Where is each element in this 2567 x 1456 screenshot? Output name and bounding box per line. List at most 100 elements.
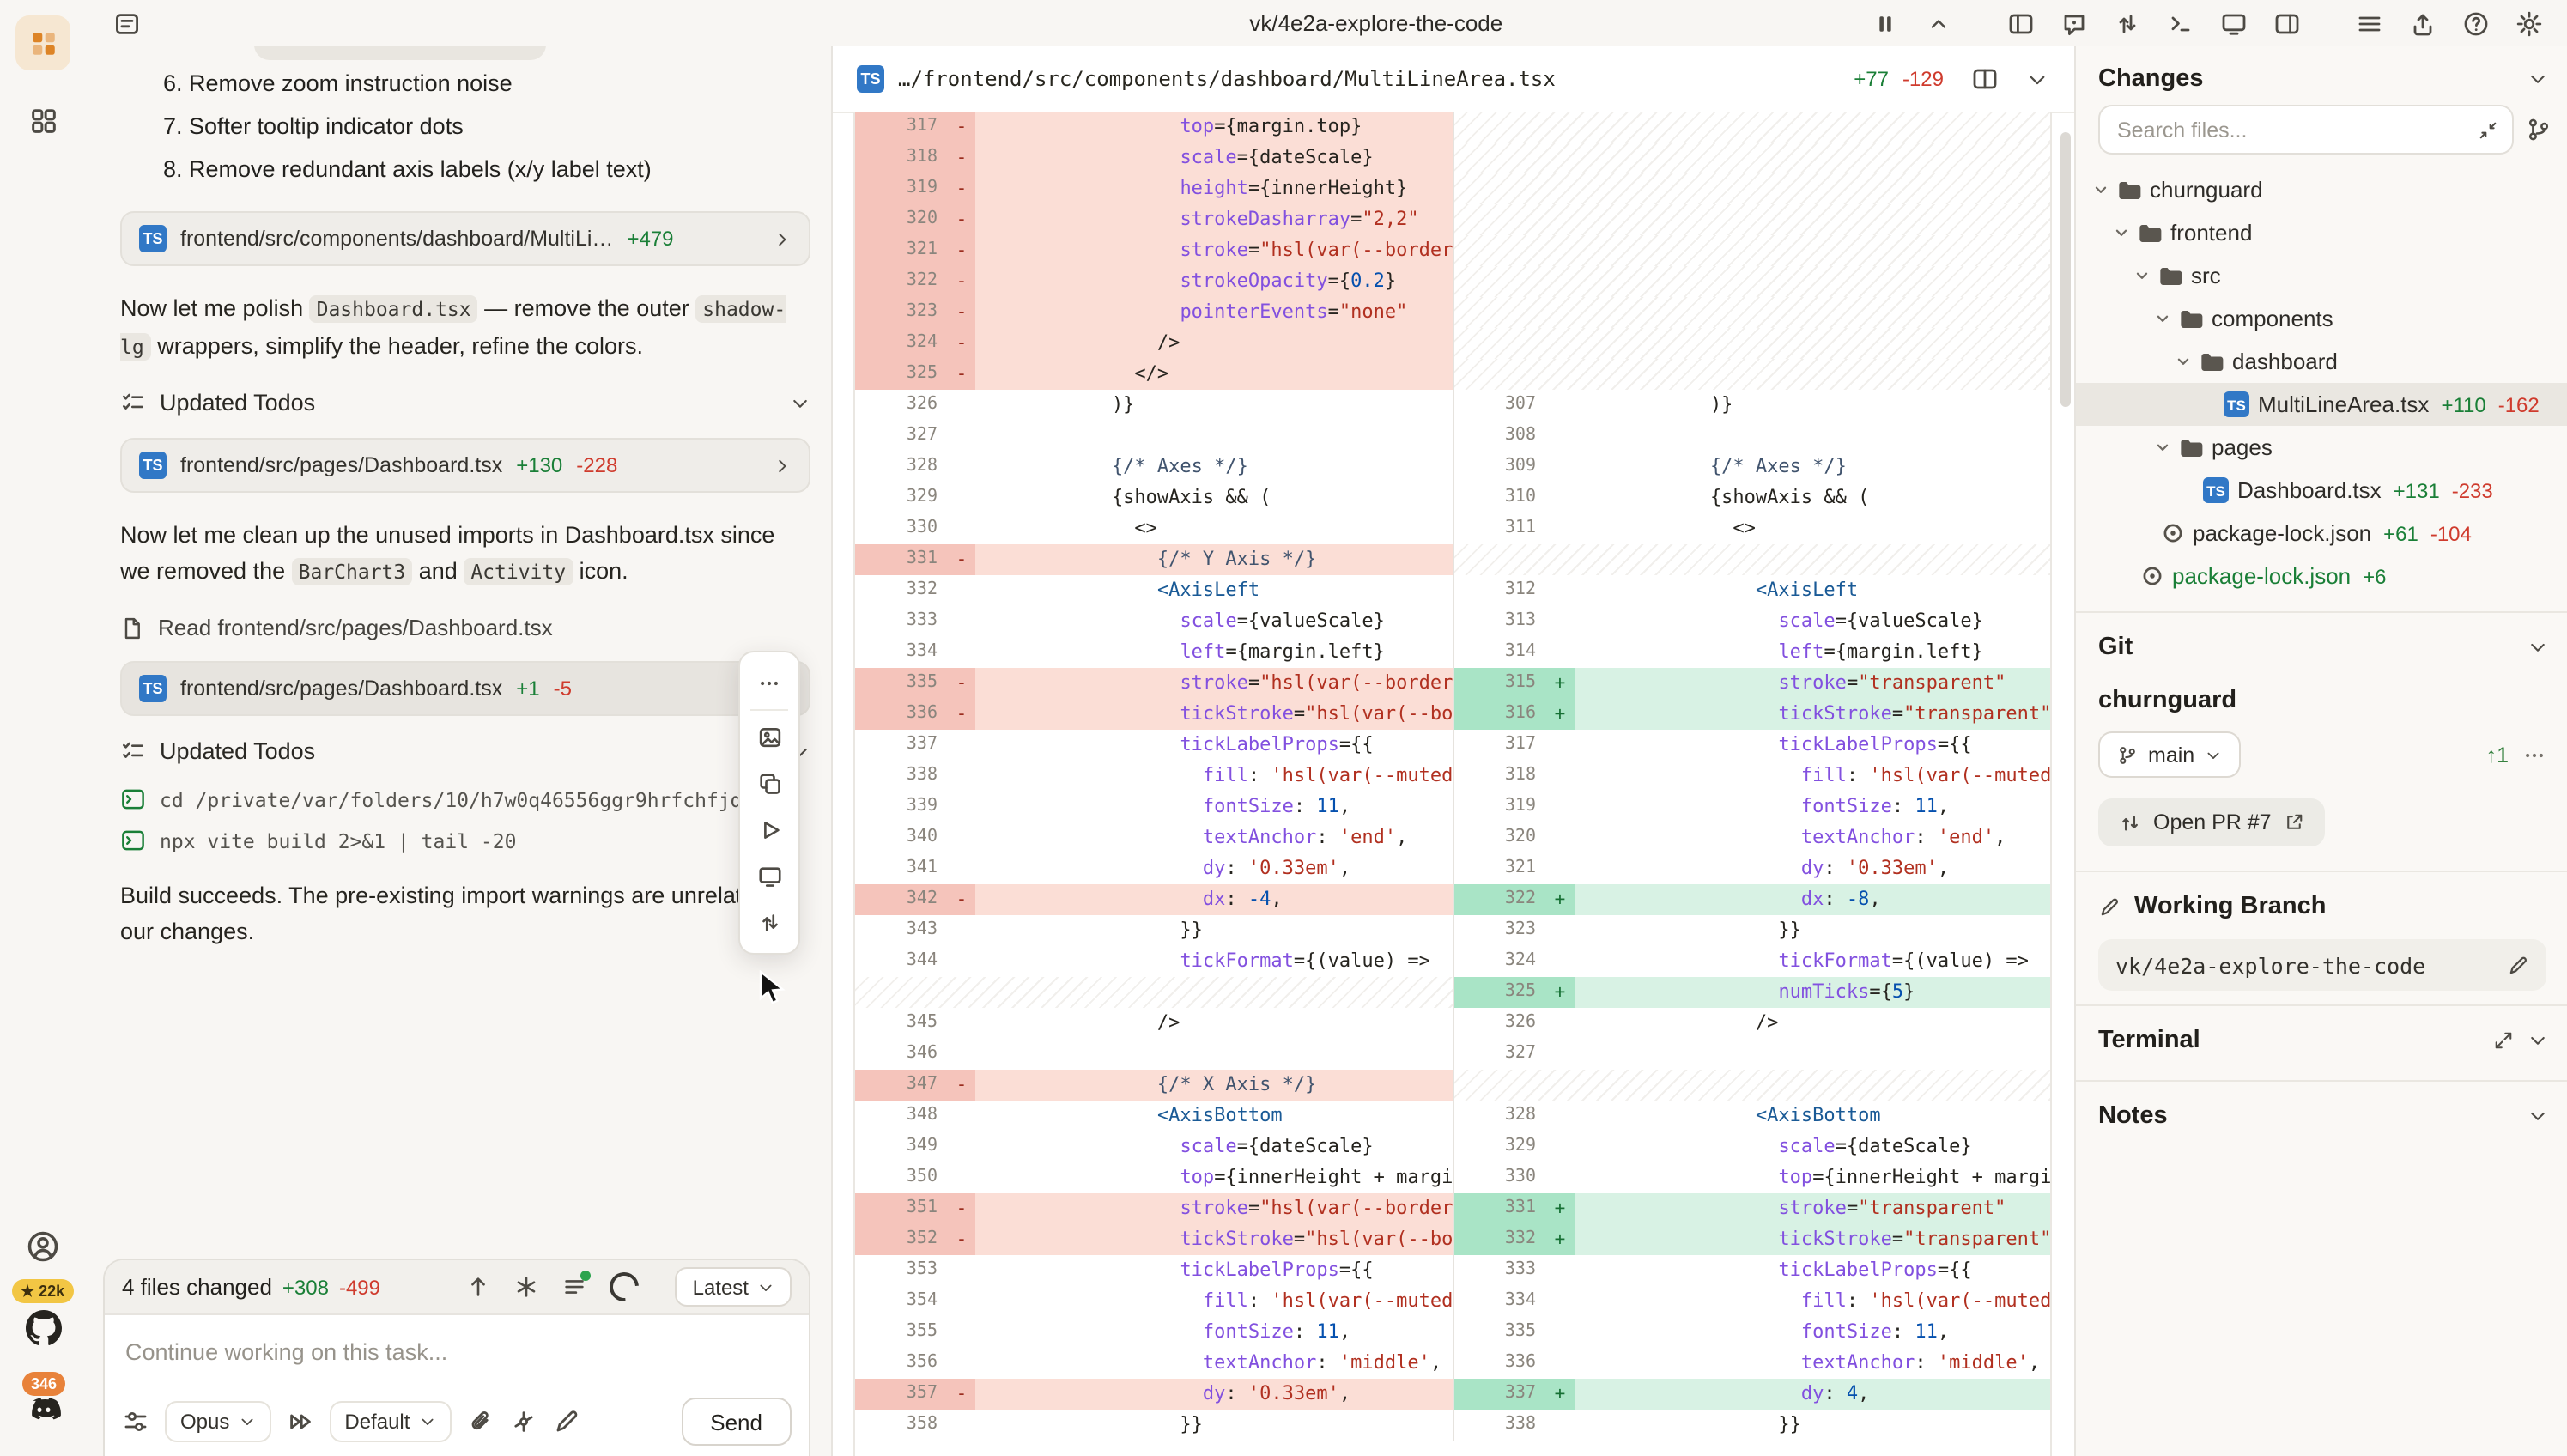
panel-right-icon[interactable] bbox=[2267, 4, 2308, 42]
inline-code: Activity bbox=[464, 558, 573, 585]
search-input[interactable] bbox=[2114, 116, 2467, 143]
account-icon[interactable] bbox=[15, 1219, 70, 1274]
collapse-icon[interactable] bbox=[2478, 119, 2498, 140]
tree-file-package-lock-json[interactable]: package-lock.json+61-104 bbox=[2076, 512, 2567, 555]
github-icon[interactable] bbox=[15, 1300, 70, 1355]
split-view-icon[interactable] bbox=[1971, 65, 1999, 93]
tree-item-name: churnguard bbox=[2150, 177, 2263, 203]
removed-count: -228 bbox=[576, 453, 617, 477]
tree-folder-dashboard[interactable]: dashboard bbox=[2076, 340, 2567, 383]
added-count: +6 bbox=[2363, 564, 2386, 588]
added-count: +308 bbox=[282, 1275, 329, 1299]
tree-folder-components[interactable]: components bbox=[2076, 297, 2567, 340]
pencil-icon[interactable] bbox=[2507, 954, 2529, 976]
file-chip[interactable]: TS frontend/src/pages/Dashboard.tsx +1 -… bbox=[120, 661, 810, 716]
terminal-command-row[interactable]: npx vite build 2>&1 | tail -20 bbox=[120, 828, 810, 853]
preview-image-icon[interactable] bbox=[745, 714, 793, 761]
diff-new-line bbox=[1453, 143, 2050, 173]
asterisk-icon[interactable] bbox=[514, 1274, 540, 1300]
diff-old-line: 343 }} bbox=[855, 915, 1453, 946]
tree-folder-pages[interactable]: pages bbox=[2076, 426, 2567, 469]
tree-folder-frontend[interactable]: frontend bbox=[2076, 211, 2567, 254]
chevron-down-icon bbox=[2093, 182, 2109, 197]
tree-file-package-lock-json[interactable]: package-lock.json+6 bbox=[2076, 555, 2567, 598]
diff-row: 350 top={innerHeight + margin.top}330 to… bbox=[855, 1162, 2050, 1193]
document-icon bbox=[120, 616, 144, 640]
run-play-icon[interactable] bbox=[745, 807, 793, 853]
scroll-top-icon[interactable] bbox=[466, 1274, 492, 1300]
sliders-icon[interactable] bbox=[122, 1408, 149, 1435]
notes-section-header[interactable]: Notes bbox=[2076, 1095, 2567, 1142]
fast-forward-icon[interactable] bbox=[286, 1408, 313, 1435]
diff-row: 352- tickStroke="hsl(var(--border))"332+… bbox=[855, 1224, 2050, 1255]
monitor-icon[interactable] bbox=[2213, 4, 2254, 42]
copy-icon[interactable] bbox=[745, 761, 793, 807]
menu-icon[interactable] bbox=[2349, 4, 2390, 42]
chat-input[interactable] bbox=[105, 1315, 809, 1387]
chevron-down-icon bbox=[2528, 637, 2548, 658]
chevron-down-icon bbox=[2528, 69, 2548, 89]
mode-selector[interactable]: Default bbox=[329, 1401, 451, 1442]
diff-new-line: 334 fill: 'hsl(var(--muted-foreground))'… bbox=[1453, 1286, 2050, 1317]
open-pr-button[interactable]: Open PR #7 bbox=[2098, 798, 2325, 846]
changes-section-header[interactable]: Changes bbox=[2076, 46, 2567, 105]
help-icon[interactable] bbox=[2455, 4, 2497, 42]
connector-icon[interactable] bbox=[509, 1408, 537, 1435]
assistant-list: 6. Remove zoom instruction noise7. Softe… bbox=[120, 62, 810, 191]
file-chip[interactable]: TS frontend/src/components/dashboard/Mul… bbox=[120, 211, 810, 266]
settings-gear-icon[interactable] bbox=[2509, 4, 2550, 42]
assistant-message: Build succeeds. The pre-existing import … bbox=[120, 877, 810, 949]
terminal-section-header[interactable]: Terminal bbox=[2076, 1020, 2567, 1066]
git-compare-icon[interactable] bbox=[745, 900, 793, 946]
more-options-icon[interactable] bbox=[2522, 743, 2546, 767]
model-selector[interactable]: Opus bbox=[165, 1401, 270, 1442]
floating-toolbar bbox=[738, 651, 800, 955]
tree-folder-churnguard[interactable]: churnguard bbox=[2076, 168, 2567, 211]
attach-paperclip-icon[interactable] bbox=[466, 1408, 494, 1435]
chevron-down-icon bbox=[2114, 225, 2129, 240]
pen-icon[interactable] bbox=[552, 1408, 580, 1435]
diff-row: 343 }}323 }} bbox=[855, 915, 2050, 946]
chat-view-icon[interactable] bbox=[106, 4, 148, 42]
branch-selector[interactable]: main bbox=[2098, 731, 2241, 778]
diff-new-line: 312 <AxisLeft bbox=[1453, 575, 2050, 606]
chevron-down-icon bbox=[757, 1278, 774, 1295]
working-branch-title: Working Branch bbox=[2134, 893, 2326, 920]
expand-icon[interactable] bbox=[2493, 1030, 2514, 1051]
diff-new-line bbox=[1453, 544, 2050, 575]
updated-todos-toggle[interactable]: Updated Todos bbox=[120, 390, 810, 416]
terminal-icon[interactable] bbox=[2160, 4, 2201, 42]
diff-new-line: 317 tickLabelProps={{ bbox=[1453, 730, 2050, 761]
monitor-icon[interactable] bbox=[745, 853, 793, 900]
latest-dropdown[interactable]: Latest bbox=[676, 1267, 792, 1307]
tree-file-multilinearea-tsx[interactable]: TSMultiLineArea.tsx+110-162 bbox=[2076, 383, 2567, 426]
terminal-command: cd /private/var/folders/10/h7w0q46556ggr… bbox=[160, 787, 790, 811]
branch-view-icon[interactable] bbox=[2526, 117, 2552, 143]
file-chip[interactable]: TS frontend/src/pages/Dashboard.tsx +130… bbox=[120, 438, 810, 493]
share-icon[interactable] bbox=[2402, 4, 2443, 42]
external-link-icon bbox=[2284, 812, 2304, 833]
panel-left-icon[interactable] bbox=[2000, 4, 2042, 42]
chevron-down-icon[interactable] bbox=[2026, 68, 2048, 90]
tree-folder-src[interactable]: src bbox=[2076, 254, 2567, 297]
read-file-row[interactable]: Read frontend/src/pages/Dashboard.tsx bbox=[120, 615, 810, 640]
ts-file-icon: TS bbox=[139, 225, 167, 252]
file-chip-name: frontend/src/pages/Dashboard.tsx bbox=[180, 676, 502, 701]
workspaces-grid-icon[interactable] bbox=[15, 93, 70, 148]
todos-status-icon[interactable] bbox=[562, 1274, 588, 1300]
checklist-icon bbox=[120, 390, 146, 416]
terminal-command-row[interactable]: cd /private/var/folders/10/h7w0q46556ggr… bbox=[120, 786, 810, 812]
pause-icon[interactable] bbox=[1865, 4, 1906, 42]
send-button[interactable]: Send bbox=[681, 1398, 792, 1446]
more-options-icon[interactable] bbox=[745, 659, 793, 706]
tree-file-dashboard-tsx[interactable]: TSDashboard.tsx+131-233 bbox=[2076, 469, 2567, 512]
chat-bubble-icon[interactable] bbox=[2054, 4, 2095, 42]
updated-todos-toggle[interactable]: Updated Todos bbox=[120, 738, 810, 764]
working-branch-value-box[interactable]: vk/4e2a-explore-the-code bbox=[2098, 939, 2546, 991]
git-compare-icon[interactable] bbox=[2107, 4, 2148, 42]
ts-file-icon: TS bbox=[2203, 477, 2229, 503]
scrollbar[interactable] bbox=[2060, 132, 2071, 407]
git-section-header[interactable]: Git bbox=[2076, 627, 2567, 673]
collapse-up-icon[interactable] bbox=[1918, 4, 1959, 42]
app-logo-icon[interactable] bbox=[15, 15, 70, 70]
